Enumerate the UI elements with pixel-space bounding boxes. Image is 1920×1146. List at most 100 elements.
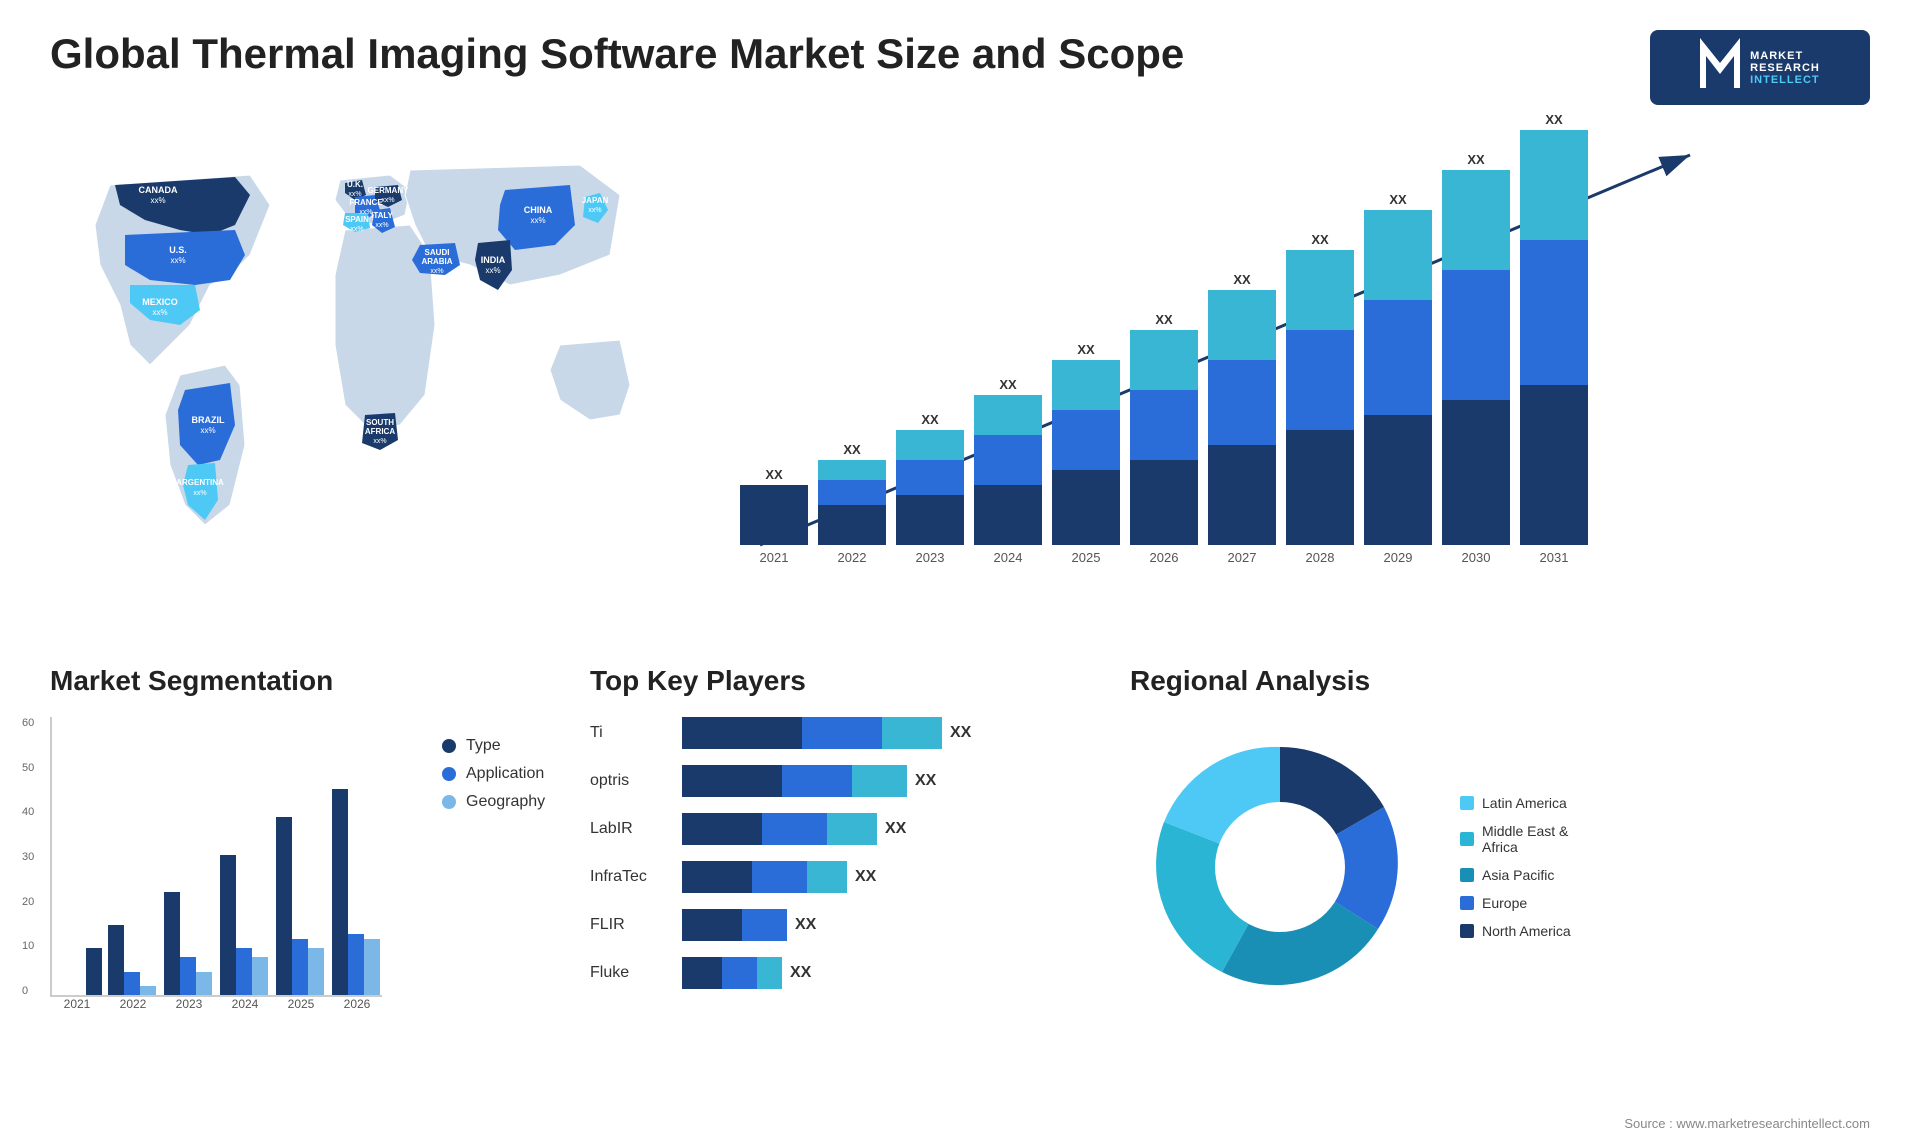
player-name-optris: optris bbox=[590, 772, 670, 790]
regional-label-mea: Middle East &Africa bbox=[1482, 823, 1568, 855]
apac-dot bbox=[1460, 868, 1474, 882]
bars-container: XX 2021 XX 2022 bbox=[730, 135, 1870, 565]
player-name-infratec: InfraTec bbox=[590, 868, 670, 886]
player-bar-flir: XX bbox=[682, 909, 1090, 941]
svg-text:SOUTH: SOUTH bbox=[366, 418, 394, 427]
bar-2031: XX 2031 bbox=[1520, 112, 1588, 565]
svg-text:xx%: xx% bbox=[150, 196, 165, 205]
player-bar-ti: XX bbox=[682, 717, 1090, 749]
main-content: CANADA xx% U.S. xx% MEXICO xx% BRAZIL xx… bbox=[0, 125, 1920, 645]
regional-legend-mea: Middle East &Africa bbox=[1460, 823, 1571, 855]
europe-dot bbox=[1460, 896, 1474, 910]
legend-label-geography: Geography bbox=[466, 793, 545, 811]
player-row-fluke: Fluke XX bbox=[590, 957, 1090, 989]
bar-2026: XX 2026 bbox=[1130, 312, 1198, 565]
regional-label-europe: Europe bbox=[1482, 895, 1527, 911]
svg-text:ITALY: ITALY bbox=[371, 211, 393, 220]
map-section: CANADA xx% U.S. xx% MEXICO xx% BRAZIL xx… bbox=[50, 125, 690, 645]
bar-2025: XX 2025 bbox=[1052, 342, 1120, 565]
regional-label-latin: Latin America bbox=[1482, 795, 1567, 811]
player-xx-fluke: XX bbox=[790, 964, 811, 982]
legend-item-geography: Geography bbox=[442, 793, 545, 811]
bar-2022: XX 2022 bbox=[818, 442, 886, 565]
svg-text:xx%: xx% bbox=[485, 266, 500, 275]
bar-2023: XX 2023 bbox=[896, 412, 964, 565]
legend-item-type: Type bbox=[442, 737, 545, 755]
legend-label-type: Type bbox=[466, 737, 501, 755]
seg-y-axis: 0 10 20 30 40 50 60 bbox=[22, 717, 34, 997]
svg-text:ARABIA: ARABIA bbox=[421, 257, 452, 266]
svg-text:xx%: xx% bbox=[588, 207, 601, 214]
players-list: Ti XX optris bbox=[590, 717, 1090, 989]
segmentation-legend: Type Application Geography bbox=[442, 737, 545, 1011]
player-bar-labir: XX bbox=[682, 813, 1090, 845]
player-bar-optris: XX bbox=[682, 765, 1090, 797]
svg-text:xx%: xx% bbox=[530, 216, 545, 225]
player-xx-flir: XX bbox=[795, 916, 816, 934]
svg-text:INDIA: INDIA bbox=[481, 255, 506, 265]
type-dot bbox=[442, 739, 456, 753]
regional-legend-latin: Latin America bbox=[1460, 795, 1571, 811]
svg-text:SAUDI: SAUDI bbox=[425, 248, 450, 257]
seg-x-labels: 2021 2022 2023 2024 2025 2026 bbox=[50, 997, 382, 1011]
regional-legend-apac: Asia Pacific bbox=[1460, 867, 1571, 883]
logo-letter bbox=[1700, 38, 1740, 97]
svg-text:JAPAN: JAPAN bbox=[582, 196, 609, 205]
seg-bar-2024 bbox=[220, 855, 270, 995]
svg-text:FRANCE: FRANCE bbox=[349, 198, 383, 207]
page-title: Global Thermal Imaging Software Market S… bbox=[50, 30, 1610, 78]
bar-2021: XX 2021 bbox=[740, 467, 808, 565]
svg-text:xx%: xx% bbox=[170, 256, 185, 265]
svg-text:xx%: xx% bbox=[381, 197, 394, 204]
player-xx-ti: XX bbox=[950, 724, 971, 742]
logo-area: MARKET RESEARCH INTELLECT bbox=[1650, 30, 1870, 105]
bar-chart-section: XX 2021 XX 2022 bbox=[730, 125, 1870, 645]
svg-text:CHINA: CHINA bbox=[524, 205, 553, 215]
application-dot bbox=[442, 767, 456, 781]
svg-text:CANADA: CANADA bbox=[139, 185, 178, 195]
page-header: Global Thermal Imaging Software Market S… bbox=[0, 0, 1920, 125]
bar-2028: XX 2028 bbox=[1286, 232, 1354, 565]
logo-text: MARKET RESEARCH INTELLECT bbox=[1750, 50, 1820, 86]
latin-dot bbox=[1460, 796, 1474, 810]
svg-text:xx%: xx% bbox=[152, 308, 167, 317]
regional-label-apac: Asia Pacific bbox=[1482, 867, 1554, 883]
svg-text:xx%: xx% bbox=[375, 222, 388, 229]
donut-chart-svg bbox=[1130, 717, 1430, 1017]
legend-label-application: Application bbox=[466, 765, 544, 783]
player-xx-labir: XX bbox=[885, 820, 906, 838]
svg-text:MEXICO: MEXICO bbox=[142, 297, 178, 307]
svg-text:SPAIN: SPAIN bbox=[345, 215, 369, 224]
regional-label-na: North America bbox=[1482, 923, 1571, 939]
seg-bar-2023 bbox=[164, 892, 214, 995]
logo-box: MARKET RESEARCH INTELLECT bbox=[1650, 30, 1870, 105]
seg-chart-and-legend: 0 10 20 30 40 50 60 bbox=[50, 717, 550, 1011]
player-name-labir: LabIR bbox=[590, 820, 670, 838]
regional-legend: Latin America Middle East &Africa Asia P… bbox=[1460, 795, 1571, 939]
player-bar-infratec: XX bbox=[682, 861, 1090, 893]
svg-text:xx%: xx% bbox=[373, 438, 386, 445]
seg-bar-2021 bbox=[52, 715, 102, 995]
regional-legend-europe: Europe bbox=[1460, 895, 1571, 911]
svg-text:xx%: xx% bbox=[193, 490, 206, 497]
mea-dot bbox=[1460, 832, 1474, 846]
player-xx-infratec: XX bbox=[855, 868, 876, 886]
svg-text:AFRICA: AFRICA bbox=[365, 427, 395, 436]
player-row-ti: Ti XX bbox=[590, 717, 1090, 749]
world-map-svg: CANADA xx% U.S. xx% MEXICO xx% BRAZIL xx… bbox=[50, 125, 690, 585]
source-text: Source : www.marketresearchintellect.com bbox=[1624, 1116, 1870, 1131]
world-map: CANADA xx% U.S. xx% MEXICO xx% BRAZIL xx… bbox=[50, 125, 690, 605]
player-name-fluke: Fluke bbox=[590, 964, 670, 982]
player-row-flir: FLIR XX bbox=[590, 909, 1090, 941]
regional-title: Regional Analysis bbox=[1130, 665, 1870, 697]
player-name-flir: FLIR bbox=[590, 916, 670, 934]
svg-text:ARGENTINA: ARGENTINA bbox=[176, 478, 224, 487]
regional-chart: Latin America Middle East &Africa Asia P… bbox=[1130, 717, 1870, 1017]
bar-2029: XX 2029 bbox=[1364, 192, 1432, 565]
bar-2024: XX 2024 bbox=[974, 377, 1042, 565]
svg-text:GERMANY: GERMANY bbox=[368, 186, 410, 195]
geography-dot bbox=[442, 795, 456, 809]
player-xx-optris: XX bbox=[915, 772, 936, 790]
seg-chart-area: 0 10 20 30 40 50 60 bbox=[50, 717, 382, 1011]
regional-section: Regional Analysis Lati bbox=[1130, 665, 1870, 1105]
